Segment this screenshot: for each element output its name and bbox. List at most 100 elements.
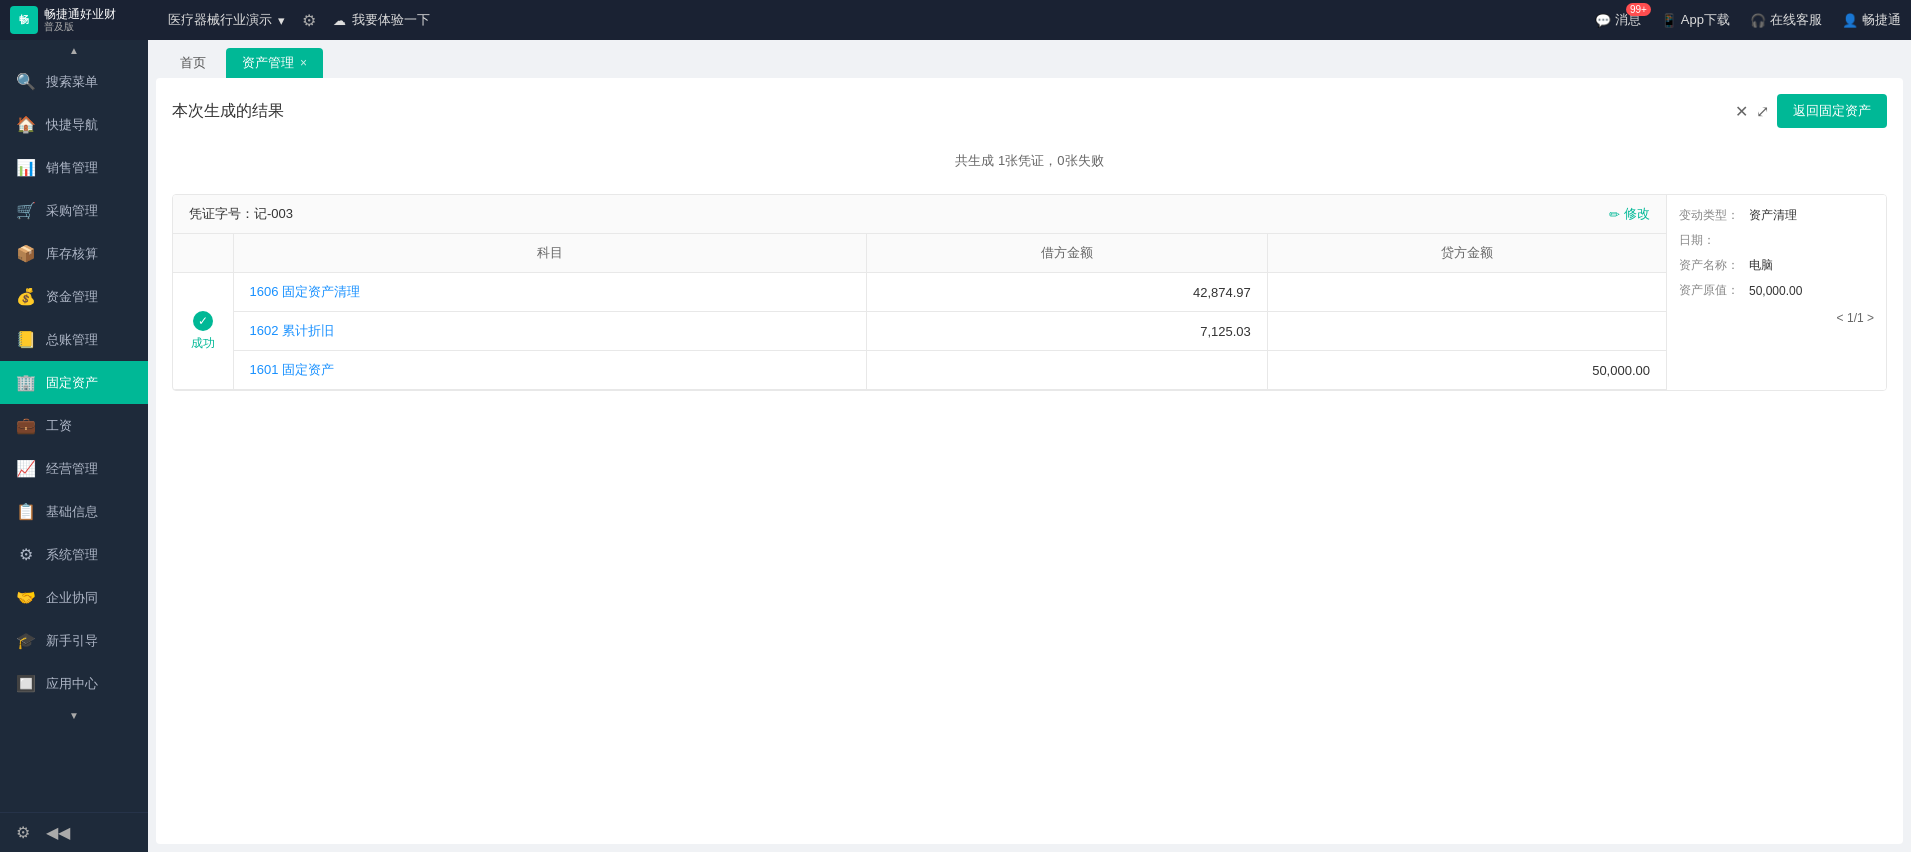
sidebar-item-purchase[interactable]: 🛒 采购管理 bbox=[0, 189, 148, 232]
sidebar: ▲ 🔍 搜索菜单 🏠 快捷导航 📊 销售管理 🛒 采购管理 📦 库存核算 💰 资… bbox=[0, 40, 148, 852]
sidebar-item-system[interactable]: ⚙ 系统管理 bbox=[0, 533, 148, 576]
sidebar-item-search[interactable]: 🔍 搜索菜单 bbox=[0, 60, 148, 103]
sidebar-item-label: 库存核算 bbox=[46, 245, 98, 263]
side-date-label: 日期： bbox=[1679, 232, 1749, 249]
tab-home-label: 首页 bbox=[180, 55, 206, 70]
credit-cell bbox=[1267, 273, 1666, 312]
collapse-sidebar-icon[interactable]: ◀◀ bbox=[46, 823, 70, 842]
side-asset-value-value: 50,000.00 bbox=[1749, 284, 1802, 298]
side-asset-value: 资产原值： 50,000.00 bbox=[1679, 282, 1874, 299]
next-page-button[interactable]: > bbox=[1867, 311, 1874, 325]
page-title: 本次生成的结果 bbox=[172, 101, 284, 122]
voucher-main: 凭证字号：记-003 ✏ 修改 科目 借方金额 bbox=[173, 195, 1666, 390]
inventory-icon: 📦 bbox=[16, 244, 36, 263]
logo-subtitle: 普及版 bbox=[44, 21, 116, 33]
sidebar-item-operations[interactable]: 📈 经营管理 bbox=[0, 447, 148, 490]
success-icon: ✓ bbox=[193, 311, 213, 331]
sidebar-item-fixedasset[interactable]: 🏢 固定资产 bbox=[0, 361, 148, 404]
sidebar-item-payroll[interactable]: 💼 工资 bbox=[0, 404, 148, 447]
col-debit-header: 借方金额 bbox=[866, 234, 1267, 273]
logo-area: 畅 畅捷通好业财 普及版 bbox=[10, 6, 158, 34]
search-icon: 🔍 bbox=[16, 72, 36, 91]
fixedasset-icon: 🏢 bbox=[16, 373, 36, 392]
purchase-icon: 🛒 bbox=[16, 201, 36, 220]
sidebar-item-appcenter[interactable]: 🔲 应用中心 bbox=[0, 662, 148, 705]
user-label: 畅捷通 bbox=[1862, 11, 1901, 29]
subject-link[interactable]: 1606 固定资产清理 bbox=[250, 284, 361, 299]
sidebar-item-inventory[interactable]: 📦 库存核算 bbox=[0, 232, 148, 275]
status-label: 成功 bbox=[191, 335, 215, 352]
online-service-button[interactable]: 🎧 在线客服 bbox=[1750, 11, 1822, 29]
sidebar-scroll-up[interactable]: ▲ bbox=[0, 40, 148, 60]
payroll-icon: 💼 bbox=[16, 416, 36, 435]
tab-asset-mgmt[interactable]: 资产管理 × bbox=[226, 48, 323, 78]
prev-page-button[interactable]: < bbox=[1837, 311, 1844, 325]
sidebar-item-finance[interactable]: 💰 资金管理 bbox=[0, 275, 148, 318]
message-icon: 💬 bbox=[1595, 13, 1611, 28]
sidebar-item-guide[interactable]: 🎓 新手引导 bbox=[0, 619, 148, 662]
sidebar-item-label: 搜索菜单 bbox=[46, 73, 98, 91]
chevron-down-icon: ▾ bbox=[278, 13, 285, 28]
top-header: 畅 畅捷通好业财 普及版 医疗器械行业演示 ▾ ⚙ ☁ 我要体验一下 💬 消息 … bbox=[0, 0, 1911, 40]
edit-button[interactable]: ✏ 修改 bbox=[1609, 205, 1650, 223]
appcenter-icon: 🔲 bbox=[16, 674, 36, 693]
subject-cell: 1602 累计折旧 bbox=[233, 312, 866, 351]
sidebar-item-basics[interactable]: 📋 基础信息 bbox=[0, 490, 148, 533]
voucher-header-row: 凭证字号：记-003 ✏ 修改 bbox=[173, 195, 1666, 234]
avatar: 👤 bbox=[1842, 13, 1858, 28]
tab-home[interactable]: 首页 bbox=[164, 48, 222, 78]
headset-icon: 🎧 bbox=[1750, 13, 1766, 28]
sidebar-item-ledger[interactable]: 📒 总账管理 bbox=[0, 318, 148, 361]
close-panel-icon[interactable]: ✕ bbox=[1735, 102, 1748, 121]
debit-cell bbox=[866, 351, 1267, 390]
edit-icon: ✏ bbox=[1609, 207, 1620, 222]
table-row: 1602 累计折旧 7,125.03 bbox=[173, 312, 1666, 351]
status-cell: ✓ 成功 bbox=[173, 273, 233, 390]
debit-cell: 42,874.97 bbox=[866, 273, 1267, 312]
user-profile-button[interactable]: 👤 畅捷通 bbox=[1842, 11, 1901, 29]
side-asset-name: 资产名称： 电脑 bbox=[1679, 257, 1874, 274]
sidebar-scroll-down[interactable]: ▼ bbox=[0, 705, 148, 725]
voucher-side: 变动类型： 资产清理 日期： 资产名称： 电脑 资产原值： 50,000.00 bbox=[1666, 195, 1886, 390]
gear-icon[interactable]: ⚙ bbox=[295, 6, 323, 34]
sidebar-item-label: 采购管理 bbox=[46, 202, 98, 220]
return-button[interactable]: 返回固定资产 bbox=[1777, 94, 1887, 128]
page-info: 1/1 bbox=[1847, 311, 1867, 325]
result-summary: 共生成 1张凭证，0张失败 bbox=[172, 144, 1887, 178]
tab-close-icon[interactable]: × bbox=[300, 56, 307, 70]
company-selector[interactable]: 医疗器械行业演示 ▾ bbox=[158, 11, 295, 29]
logo-title: 畅捷通好业财 bbox=[44, 7, 116, 21]
sidebar-item-label: 基础信息 bbox=[46, 503, 98, 521]
side-asset-name-value: 电脑 bbox=[1749, 257, 1773, 274]
sidebar-item-label: 系统管理 bbox=[46, 546, 98, 564]
message-button[interactable]: 💬 消息 99+ bbox=[1595, 11, 1641, 29]
experience-label: 我要体验一下 bbox=[352, 11, 430, 29]
expand-panel-icon[interactable]: ⤢ bbox=[1756, 102, 1769, 121]
logo-icon: 畅 bbox=[10, 6, 38, 34]
sidebar-item-label: 企业协同 bbox=[46, 589, 98, 607]
ledger-icon: 📒 bbox=[16, 330, 36, 349]
edit-label: 修改 bbox=[1624, 205, 1650, 223]
col-credit-header: 贷方金额 bbox=[1267, 234, 1666, 273]
subject-link[interactable]: 1602 累计折旧 bbox=[250, 323, 335, 338]
experience-button[interactable]: ☁ 我要体验一下 bbox=[323, 11, 440, 29]
side-asset-name-label: 资产名称： bbox=[1679, 257, 1749, 274]
home-icon: 🏠 bbox=[16, 115, 36, 134]
sidebar-item-sales[interactable]: 📊 销售管理 bbox=[0, 146, 148, 189]
settings-icon[interactable]: ⚙ bbox=[16, 823, 30, 842]
subject-cell: 1606 固定资产清理 bbox=[233, 273, 866, 312]
app-download-button[interactable]: 📱 App下载 bbox=[1661, 11, 1730, 29]
subject-cell: 1601 固定资产 bbox=[233, 351, 866, 390]
side-change-type-label: 变动类型： bbox=[1679, 207, 1749, 224]
sidebar-item-enterprise[interactable]: 🤝 企业协同 bbox=[0, 576, 148, 619]
sidebar-item-quicknav[interactable]: 🏠 快捷导航 bbox=[0, 103, 148, 146]
guide-icon: 🎓 bbox=[16, 631, 36, 650]
sidebar-item-label: 销售管理 bbox=[46, 159, 98, 177]
message-badge: 99+ bbox=[1626, 3, 1651, 16]
operations-icon: 📈 bbox=[16, 459, 36, 478]
side-change-type-value: 资产清理 bbox=[1749, 207, 1797, 224]
phone-icon: 📱 bbox=[1661, 13, 1677, 28]
basics-icon: 📋 bbox=[16, 502, 36, 521]
subject-link[interactable]: 1601 固定资产 bbox=[250, 362, 335, 377]
online-service-label: 在线客服 bbox=[1770, 11, 1822, 29]
